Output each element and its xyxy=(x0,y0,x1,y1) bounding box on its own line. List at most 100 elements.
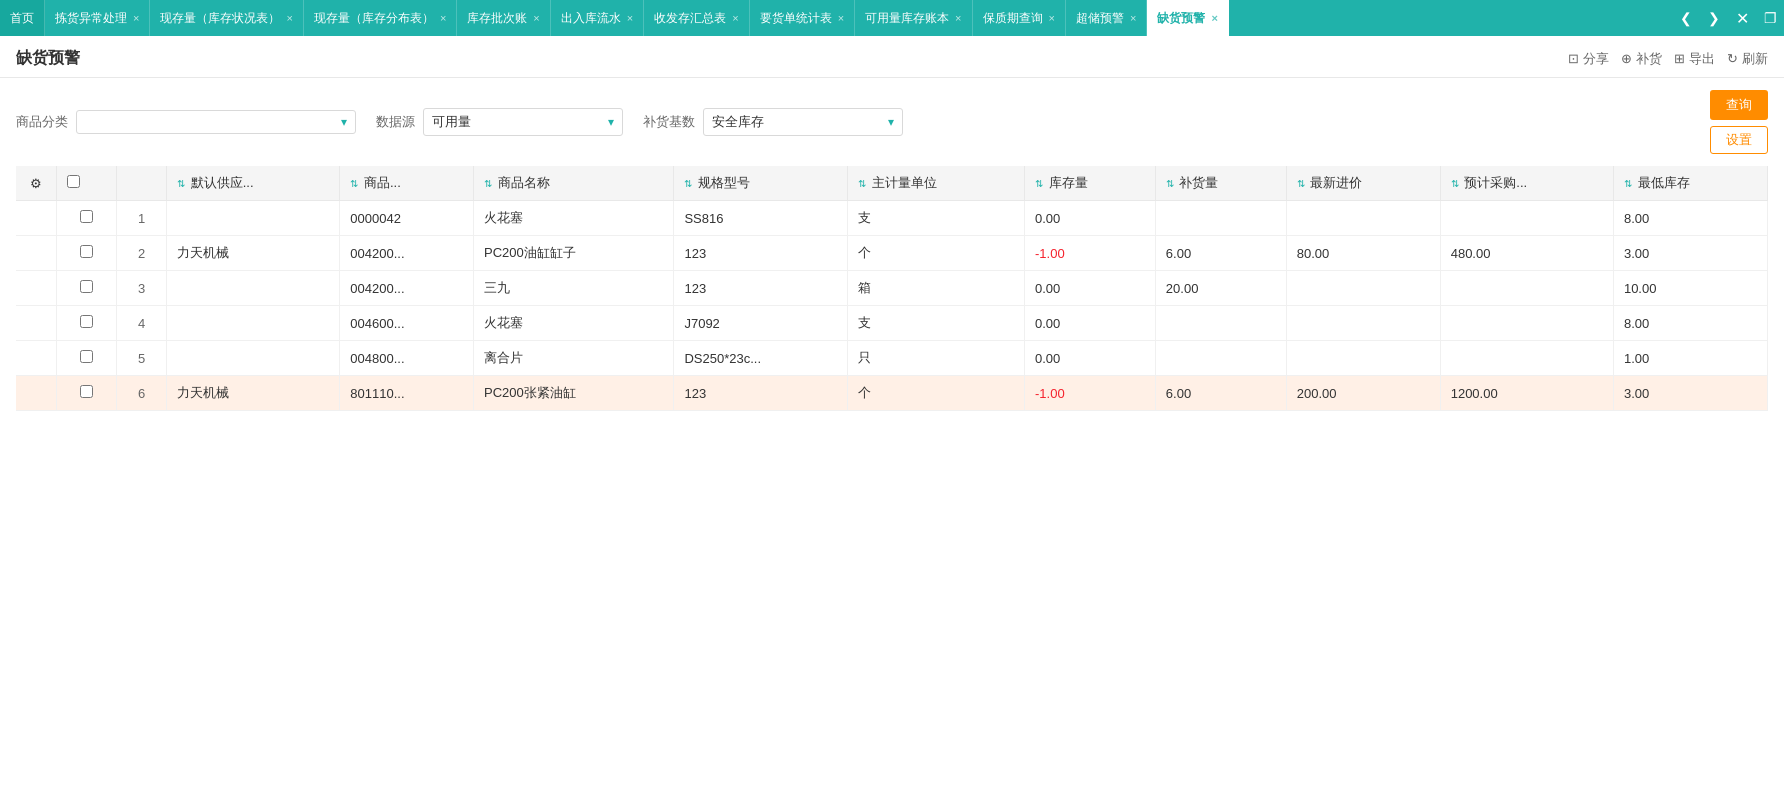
close-icon[interactable]: × xyxy=(838,12,844,24)
row-min-stock-cell: 1.00 xyxy=(1613,341,1767,376)
row-checkbox[interactable] xyxy=(80,315,93,328)
col-supplier-label: 默认供应... xyxy=(191,175,254,190)
row-latest-price-cell: 200.00 xyxy=(1286,376,1440,411)
row-checkbox-cell[interactable] xyxy=(56,306,116,341)
query-button[interactable]: 查询 xyxy=(1710,90,1768,120)
close-icon[interactable]: × xyxy=(533,12,539,24)
share-icon: ⊡ xyxy=(1568,51,1579,66)
col-product-code[interactable]: ⇅ 商品... xyxy=(340,166,474,201)
gear-icon[interactable]: ⚙ xyxy=(30,176,42,191)
tab-shortage[interactable]: 缺货预警 × xyxy=(1147,0,1228,36)
row-product-code-cell: 801110... xyxy=(340,376,474,411)
row-checkbox[interactable] xyxy=(80,385,93,398)
row-product-name-cell: 离合片 xyxy=(474,341,674,376)
col-min-stock[interactable]: ⇅ 最低库存 xyxy=(1613,166,1767,201)
row-replenish-cell xyxy=(1155,201,1286,236)
tab-inout-flow[interactable]: 出入库流水 × xyxy=(551,0,644,36)
datasource-select[interactable]: 可用量 ▾ xyxy=(423,108,623,136)
select-all-checkbox[interactable] xyxy=(67,175,80,188)
table-row: 1 0000042 火花塞 SS816 支 0.00 8.00 xyxy=(16,201,1768,236)
close-icon[interactable]: × xyxy=(732,12,738,24)
export-button[interactable]: ⊞ 导出 xyxy=(1674,50,1715,68)
export-icon: ⊞ xyxy=(1674,51,1685,66)
row-spec-cell: DS250*23c... xyxy=(674,341,847,376)
tab-order-stats[interactable]: 要货单统计表 × xyxy=(750,0,855,36)
table-row: 5 004800... 离合片 DS250*23c... 只 0.00 1.00 xyxy=(16,341,1768,376)
close-icon[interactable]: × xyxy=(286,12,292,24)
replenish-select[interactable]: 安全库存 ▾ xyxy=(703,108,903,136)
row-min-stock-cell: 10.00 xyxy=(1613,271,1767,306)
col-product-name[interactable]: ⇅ 商品名称 xyxy=(474,166,674,201)
close-icon[interactable]: × xyxy=(1130,12,1136,24)
row-checkbox-cell[interactable] xyxy=(56,341,116,376)
row-replenish-cell xyxy=(1155,306,1286,341)
row-settings-cell xyxy=(16,306,56,341)
row-checkbox[interactable] xyxy=(80,350,93,363)
tab-nav-controls: ❮ ❯ ✕ ❐ xyxy=(1672,9,1784,28)
tab-expiry[interactable]: 保质期查询 × xyxy=(973,0,1066,36)
tab-inventory-dist[interactable]: 现存量（库存分布表） × xyxy=(304,0,457,36)
tab-inventory-status[interactable]: 现存量（库存状况表） × xyxy=(150,0,303,36)
row-checkbox-cell[interactable] xyxy=(56,376,116,411)
row-spec-cell: 123 xyxy=(674,271,847,306)
tab-batch[interactable]: 库存批次账 × xyxy=(457,0,550,36)
refresh-button[interactable]: ↻ 刷新 xyxy=(1727,50,1768,68)
window-restore-button[interactable]: ❐ xyxy=(1756,10,1784,26)
row-checkbox[interactable] xyxy=(80,245,93,258)
category-select[interactable]: ▾ xyxy=(76,110,356,134)
close-icon[interactable]: × xyxy=(1211,12,1217,24)
sort-icon: ⇅ xyxy=(1035,178,1043,189)
close-icon[interactable]: × xyxy=(440,12,446,24)
tab-receive-summary[interactable]: 收发存汇总表 × xyxy=(644,0,749,36)
settings-button[interactable]: 设置 xyxy=(1710,126,1768,154)
row-unit-cell: 个 xyxy=(847,236,1024,271)
row-min-stock-cell: 8.00 xyxy=(1613,201,1767,236)
close-icon[interactable]: × xyxy=(627,12,633,24)
tab-home[interactable]: 首页 xyxy=(0,0,45,36)
tab-overstock[interactable]: 超储预警 × xyxy=(1066,0,1147,36)
sort-icon: ⇅ xyxy=(684,178,692,189)
window-close-button[interactable]: ✕ xyxy=(1728,9,1756,28)
col-unit-label: 主计量单位 xyxy=(872,175,937,190)
col-checkbox[interactable] xyxy=(56,166,116,201)
row-latest-price-cell xyxy=(1286,341,1440,376)
filter-area: 商品分类 ▾ 数据源 可用量 ▾ 补货基数 安全库存 ▾ 查询 设置 xyxy=(0,78,1784,166)
chevron-down-icon: ▾ xyxy=(888,115,894,129)
col-unit[interactable]: ⇅ 主计量单位 xyxy=(847,166,1024,201)
row-settings-cell xyxy=(16,271,56,306)
col-settings[interactable]: ⚙ xyxy=(16,166,56,201)
col-supplier[interactable]: ⇅ 默认供应... xyxy=(167,166,340,201)
replenish-button[interactable]: ⊕ 补货 xyxy=(1621,50,1662,68)
close-icon[interactable]: × xyxy=(133,12,139,24)
row-supplier-cell: 力天机械 xyxy=(167,236,340,271)
close-icon[interactable]: × xyxy=(1049,12,1055,24)
row-stock-cell: 0.00 xyxy=(1024,306,1155,341)
share-button[interactable]: ⊡ 分享 xyxy=(1568,50,1609,68)
tab-receive-summary-label: 收发存汇总表 xyxy=(654,10,726,27)
close-icon[interactable]: × xyxy=(955,12,961,24)
row-latest-price-cell xyxy=(1286,201,1440,236)
row-checkbox[interactable] xyxy=(80,210,93,223)
col-stock[interactable]: ⇅ 库存量 xyxy=(1024,166,1155,201)
tab-available-ledger[interactable]: 可用量库存账本 × xyxy=(855,0,972,36)
col-spec[interactable]: ⇅ 规格型号 xyxy=(674,166,847,201)
tab-available-ledger-label: 可用量库存账本 xyxy=(865,10,949,27)
tab-prev-button[interactable]: ❮ xyxy=(1672,10,1700,26)
row-unit-cell: 支 xyxy=(847,201,1024,236)
row-checkbox[interactable] xyxy=(80,280,93,293)
row-replenish-cell: 6.00 xyxy=(1155,236,1286,271)
tab-next-button[interactable]: ❯ xyxy=(1700,10,1728,26)
row-settings-cell xyxy=(16,341,56,376)
col-replenish[interactable]: ⇅ 补货量 xyxy=(1155,166,1286,201)
sort-icon: ⇅ xyxy=(1166,178,1174,189)
col-latest-price[interactable]: ⇅ 最新进价 xyxy=(1286,166,1440,201)
row-spec-cell: SS816 xyxy=(674,201,847,236)
row-min-stock-cell: 3.00 xyxy=(1613,236,1767,271)
row-estimated-purchase-cell xyxy=(1440,271,1613,306)
row-checkbox-cell[interactable] xyxy=(56,201,116,236)
row-checkbox-cell[interactable] xyxy=(56,236,116,271)
tab-abnormal[interactable]: 拣货异常处理 × xyxy=(45,0,150,36)
row-num-cell: 4 xyxy=(116,306,166,341)
row-checkbox-cell[interactable] xyxy=(56,271,116,306)
col-estimated-purchase[interactable]: ⇅ 预计采购... xyxy=(1440,166,1613,201)
